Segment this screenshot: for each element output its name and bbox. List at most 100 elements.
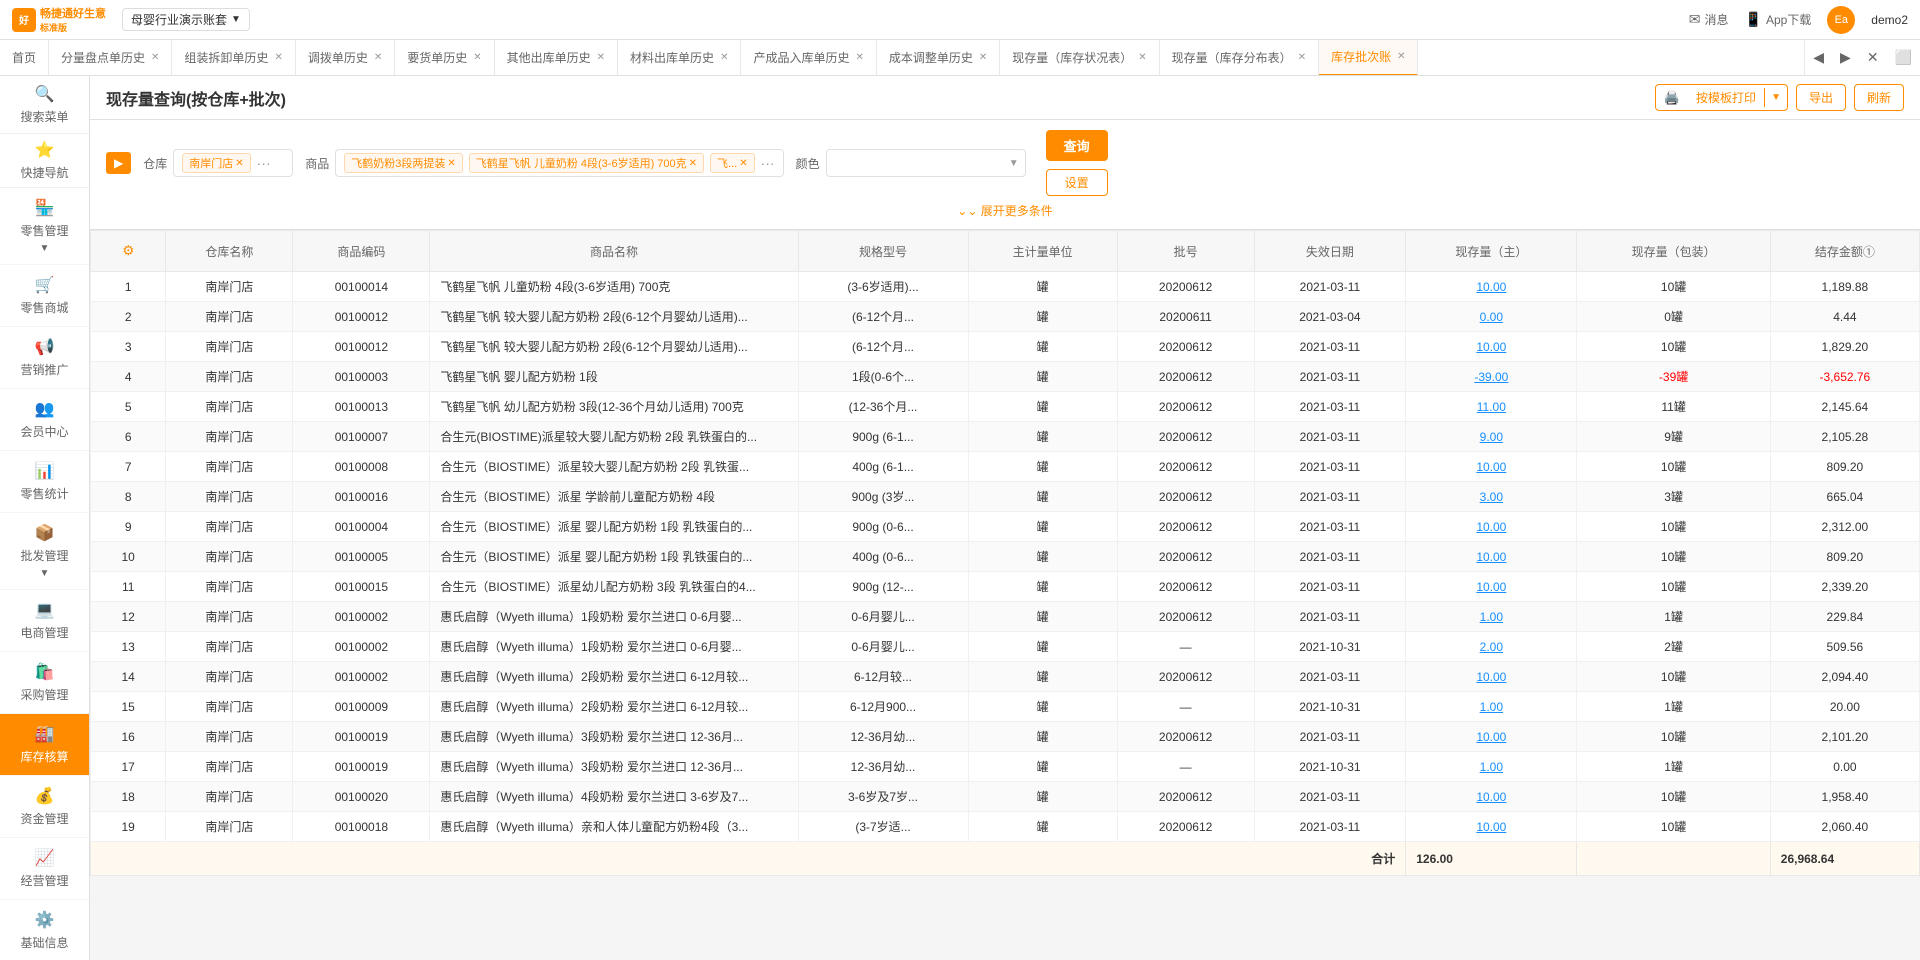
tab-diaobo[interactable]: 调拨单历史 ✕ xyxy=(296,40,395,76)
row-code: 00100002 xyxy=(293,602,430,632)
tab-scroll-left[interactable]: ◀ xyxy=(1805,40,1832,76)
tab-close-fenpan[interactable]: ✕ xyxy=(151,52,159,63)
warehouse-tag-close[interactable]: ✕ xyxy=(235,158,243,169)
sidebar-search[interactable]: 🔍 搜索菜单 xyxy=(0,76,89,134)
tab-pici[interactable]: 库存批次账 ✕ xyxy=(1319,40,1418,76)
tab-close-xianzaiB[interactable]: ✕ xyxy=(1298,52,1306,63)
row-qty-main[interactable]: 10.00 xyxy=(1406,782,1577,812)
product-tag-1-close[interactable]: ✕ xyxy=(447,158,455,169)
row-name: 惠氏启醇（Wyeth illuma）亲和人体儿童配方奶粉4段（3... xyxy=(430,812,798,842)
row-qty-main[interactable]: 10.00 xyxy=(1406,332,1577,362)
row-warehouse: 南岸门店 xyxy=(166,422,293,452)
tab-xianzaiB[interactable]: 现存量（库存分布表） ✕ xyxy=(1160,40,1319,76)
sidebar-item-member[interactable]: 👥 会员中心 xyxy=(0,389,89,451)
setup-button[interactable]: 设置 xyxy=(1046,169,1108,196)
color-filter-container[interactable]: ▼ xyxy=(826,149,1026,177)
export-button[interactable]: 导出 xyxy=(1796,84,1846,111)
row-qty-main[interactable]: 0.00 xyxy=(1406,302,1577,332)
product-tag-2-close[interactable]: ✕ xyxy=(689,158,697,169)
basic-icon: ⚙️ xyxy=(35,910,55,930)
tab-cailiao[interactable]: 材料出库单历史 ✕ xyxy=(618,40,741,76)
sidebar-item-marketing[interactable]: 📢 营销推广 xyxy=(0,327,89,389)
tab-home[interactable]: 首页 xyxy=(0,40,49,76)
sidebar-item-basic[interactable]: ⚙️ 基础信息 xyxy=(0,900,89,960)
row-qty-main[interactable]: 11.00 xyxy=(1406,392,1577,422)
row-name: 惠氏启醇（Wyeth illuma）3段奶粉 爱尔兰进口 12-36月... xyxy=(430,722,798,752)
row-qty-main[interactable]: -39.00 xyxy=(1406,362,1577,392)
tab-close-yaohuo[interactable]: ✕ xyxy=(473,52,481,63)
expand-filter-button[interactable]: ▶ xyxy=(106,152,131,174)
row-qty-main[interactable]: 1.00 xyxy=(1406,602,1577,632)
sidebar-item-stock[interactable]: 🏭 库存核算 xyxy=(0,714,89,776)
color-dropdown-arrow: ▼ xyxy=(1009,158,1019,169)
warehouse-filter-container[interactable]: 南岸门店 ✕ ··· xyxy=(173,149,293,177)
product-tag-3-close[interactable]: ✕ xyxy=(739,158,747,169)
account-selector[interactable]: 母婴行业演示账套 ▼ xyxy=(122,8,250,31)
row-qty-main[interactable]: 10.00 xyxy=(1406,812,1577,842)
row-qty-main[interactable]: 10.00 xyxy=(1406,572,1577,602)
tab-close-chanzui[interactable]: ✕ xyxy=(855,52,863,63)
row-qty-pkg: 9罐 xyxy=(1577,422,1770,452)
row-qty-main[interactable]: 10.00 xyxy=(1406,512,1577,542)
tab-close-zuhe[interactable]: ✕ xyxy=(274,52,282,63)
sidebar-quick-nav[interactable]: ⭐ 快捷导航 xyxy=(0,134,89,188)
tab-close-qita[interactable]: ✕ xyxy=(597,52,605,63)
row-qty-main[interactable]: 2.00 xyxy=(1406,632,1577,662)
row-qty-main[interactable]: 10.00 xyxy=(1406,452,1577,482)
row-qty-pkg: 10罐 xyxy=(1577,542,1770,572)
avatar[interactable]: Ea xyxy=(1827,6,1855,34)
sidebar-item-business[interactable]: 📈 经营管理 xyxy=(0,838,89,900)
row-qty-main[interactable]: 10.00 xyxy=(1406,272,1577,302)
sidebar-item-purchase[interactable]: 🛍️ 采购管理 xyxy=(0,652,89,714)
sidebar-item-retail-shop[interactable]: 🛒 零售商城 xyxy=(0,265,89,327)
tab-close-all[interactable]: ✕ xyxy=(1859,40,1887,76)
tab-chengben[interactable]: 成本调整单历史 ✕ xyxy=(877,40,1000,76)
warehouse-more-btn[interactable]: ··· xyxy=(257,155,271,171)
sidebar-item-ecommerce[interactable]: 💻 电商管理 xyxy=(0,590,89,652)
tab-close-xianzaiA[interactable]: ✕ xyxy=(1138,52,1146,63)
col-settings-btn[interactable]: ⚙ xyxy=(118,239,138,263)
business-icon: 📈 xyxy=(35,848,55,868)
row-name: 飞鹤星飞帆 婴儿配方奶粉 1段 xyxy=(430,362,798,392)
sidebar-item-batch-mgmt[interactable]: 📦 批发管理 ▼ xyxy=(0,513,89,590)
tab-yaohuo[interactable]: 要货单历史 ✕ xyxy=(395,40,494,76)
tab-close-chengben[interactable]: ✕ xyxy=(979,52,987,63)
product-more-btn[interactable]: ··· xyxy=(761,155,775,171)
tab-xianzaiA[interactable]: 现存量（库存状况表） ✕ xyxy=(1000,40,1159,76)
row-no: 13 xyxy=(91,632,166,662)
tab-zuhe[interactable]: 组装拆卸单历史 ✕ xyxy=(172,40,295,76)
row-amount: 2,312.00 xyxy=(1770,512,1919,542)
row-spec: 6-12月900... xyxy=(798,692,968,722)
tab-scroll-right[interactable]: ▶ xyxy=(1832,40,1859,76)
filter-expand-more[interactable]: ⌄⌄ 展开更多条件 xyxy=(106,202,1904,219)
app-download-action[interactable]: 📱 App下载 xyxy=(1745,11,1812,28)
sidebar-item-retail-stat[interactable]: 📊 零售统计 xyxy=(0,451,89,513)
expand-more-icon: ⌄⌄ xyxy=(957,204,980,218)
row-qty-main[interactable]: 1.00 xyxy=(1406,692,1577,722)
row-expire: 2021-03-11 xyxy=(1254,662,1406,692)
tab-fenpan[interactable]: 分量盘点单历史 ✕ xyxy=(49,40,172,76)
tab-close-cailiao[interactable]: ✕ xyxy=(720,52,728,63)
sidebar-item-retail-mgmt[interactable]: 🏪 零售管理 ▼ xyxy=(0,188,89,265)
tab-close-pici[interactable]: ✕ xyxy=(1397,51,1405,62)
col-settings[interactable]: ⚙ xyxy=(91,231,166,272)
tab-qita[interactable]: 其他出库单历史 ✕ xyxy=(495,40,618,76)
print-button[interactable]: 按模板打印 xyxy=(1688,85,1764,110)
tab-close-diaobo[interactable]: ✕ xyxy=(374,52,382,63)
table-row: 5 南岸门店 00100013 飞鹤星飞帆 幼儿配方奶粉 3段(12-36个月幼… xyxy=(91,392,1920,422)
row-qty-main[interactable]: 1.00 xyxy=(1406,752,1577,782)
row-qty-main[interactable]: 3.00 xyxy=(1406,482,1577,512)
row-qty-main[interactable]: 10.00 xyxy=(1406,542,1577,572)
tab-maximize[interactable]: ⬜ xyxy=(1887,40,1920,76)
sidebar-item-finance[interactable]: 💰 资金管理 xyxy=(0,776,89,838)
product-filter-container[interactable]: 飞鹤奶粉3段两提装 ✕ 飞鹤星飞帆 儿童奶粉 4段(3-6岁适用) 700克 ✕… xyxy=(335,149,783,177)
row-qty-main[interactable]: 10.00 xyxy=(1406,722,1577,752)
tab-chanzui[interactable]: 产成品入库单历史 ✕ xyxy=(741,40,876,76)
message-action[interactable]: ✉ 消息 xyxy=(1689,11,1729,28)
query-button[interactable]: 查询 xyxy=(1046,130,1108,161)
print-dropdown-icon[interactable]: ▼ xyxy=(1764,88,1787,107)
refresh-button[interactable]: 刷新 xyxy=(1854,84,1904,111)
row-qty-main[interactable]: 10.00 xyxy=(1406,662,1577,692)
row-code: 00100019 xyxy=(293,752,430,782)
row-qty-main[interactable]: 9.00 xyxy=(1406,422,1577,452)
